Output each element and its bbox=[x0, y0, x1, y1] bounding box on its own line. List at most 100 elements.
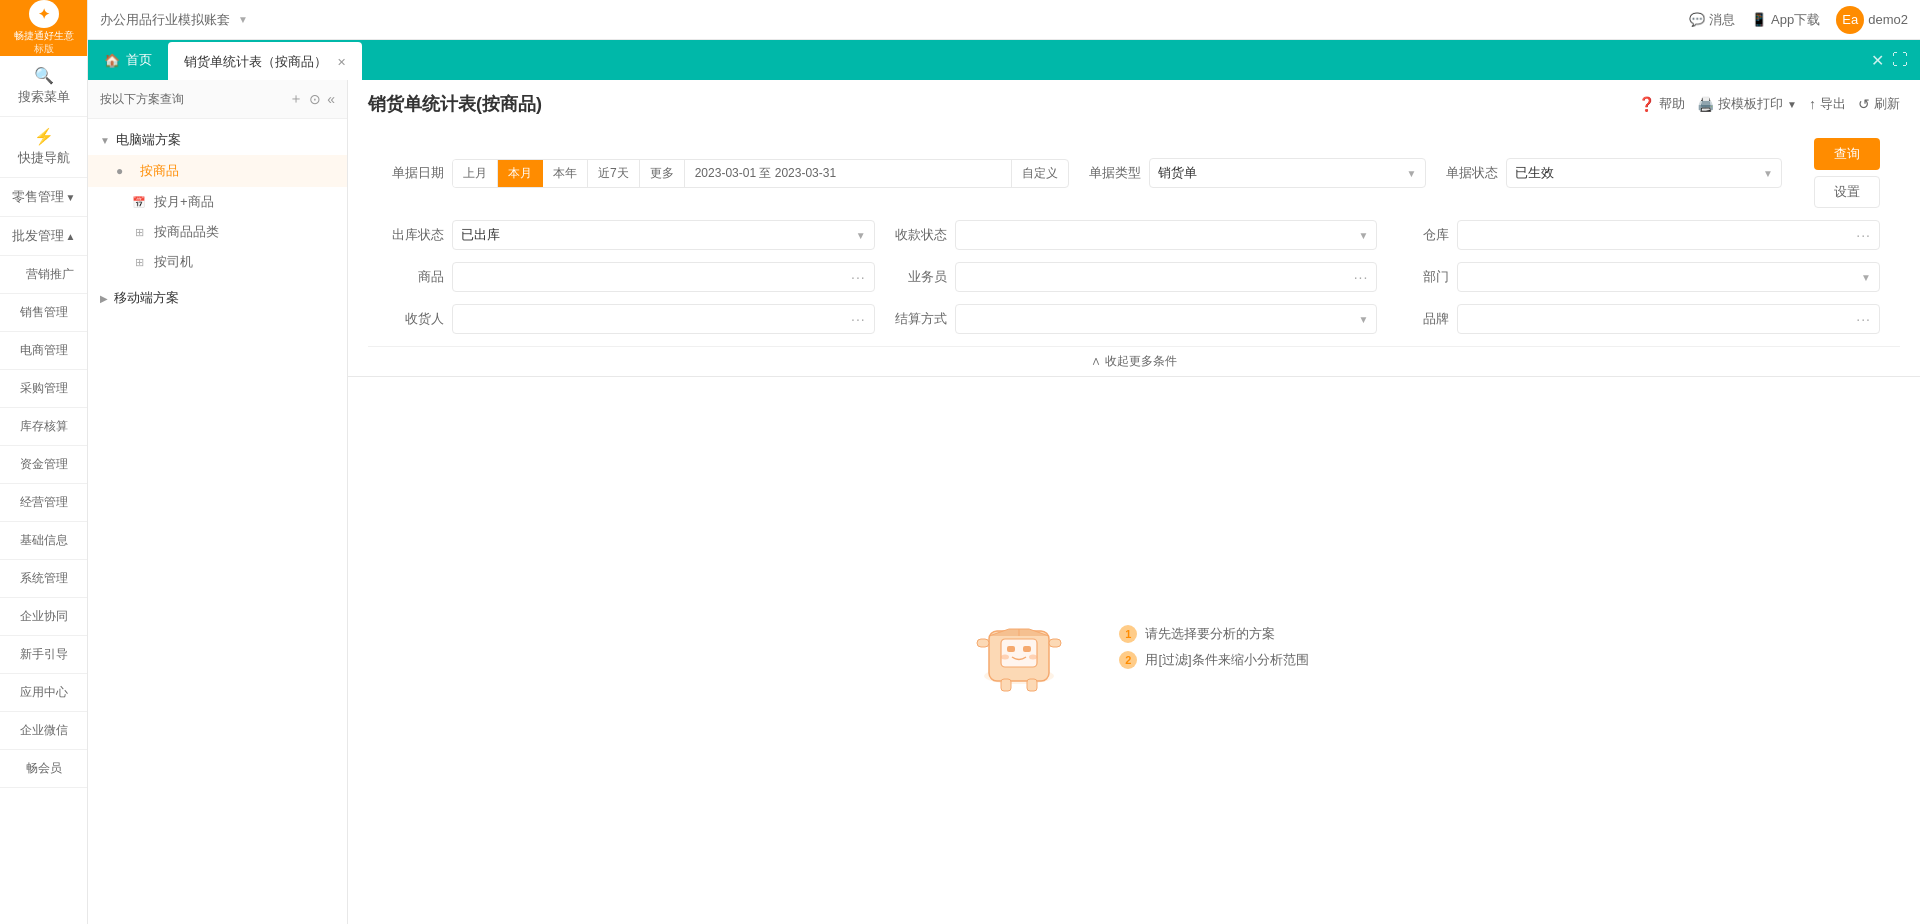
out-status-label: 出库状态 bbox=[388, 226, 444, 244]
payment-method-select[interactable]: ▼ bbox=[955, 304, 1378, 334]
tab-expand-icon[interactable]: ⛶ bbox=[1892, 51, 1908, 69]
sidebar: ✦ 畅捷通好生意 标版 🔍 搜索菜单 ⚡ 快捷导航 零售管理 ▼ 批发管理 ▲ … bbox=[0, 0, 88, 924]
payment-method-field: 结算方式 ▼ bbox=[891, 304, 1378, 334]
chevron-down-icon: ▼ bbox=[1763, 168, 1773, 179]
avatar: Ea bbox=[1836, 6, 1864, 34]
scheme-sub-item-month-goods[interactable]: 📅 按月+商品 bbox=[88, 187, 347, 217]
help-btn[interactable]: ❓ 帮助 bbox=[1638, 95, 1685, 113]
sidebar-item-appcenter[interactable]: 应用中心 bbox=[0, 674, 87, 712]
sidebar-item-finance[interactable]: 资金管理 bbox=[0, 446, 87, 484]
doc-type-field: 单据类型 销货单 ▼ bbox=[1085, 158, 1426, 188]
sidebar-item-ecommerce[interactable]: 电商管理 bbox=[0, 332, 87, 370]
sidebar-item-wholesale[interactable]: 批发管理 ▲ bbox=[0, 217, 87, 256]
date-range-text: 2023-03-01 至 2023-03-31 bbox=[685, 160, 1011, 187]
mobile-scheme-section[interactable]: ▶ 移动端方案 bbox=[88, 283, 347, 313]
tab-sales-stats[interactable]: 销货单统计表（按商品） ✕ bbox=[168, 42, 362, 82]
sidebar-item-system[interactable]: 系统管理 bbox=[0, 560, 87, 598]
export-btn[interactable]: ↑ 导出 bbox=[1809, 95, 1846, 113]
sidebar-item-retail[interactable]: 零售管理 ▼ bbox=[0, 178, 87, 217]
tab-close-window-icon[interactable]: ✕ bbox=[1871, 51, 1884, 70]
content-area: 按以下方案查询 ＋ ⊙ « ▼ 电脑端方案 ● 按商品 📅 按月 bbox=[88, 80, 1920, 924]
topbar-right: 💬 消息 📱 App下载 Ea demo2 bbox=[1689, 6, 1908, 34]
dots-icon: ··· bbox=[1856, 311, 1871, 327]
filter-row-1: 单据日期 上月 本月 本年 近7天 更多 2023-03-01 至 2023-0… bbox=[388, 138, 1880, 208]
dept-label: 部门 bbox=[1393, 268, 1449, 286]
warehouse-label: 仓库 bbox=[1393, 226, 1449, 244]
date-btn-this-month[interactable]: 本月 bbox=[498, 160, 543, 187]
collapse-panel-btn[interactable]: « bbox=[327, 91, 335, 107]
date-btn-7days[interactable]: 近7天 bbox=[588, 160, 640, 187]
tab-close-icon[interactable]: ✕ bbox=[337, 56, 346, 69]
goods-select[interactable]: ··· bbox=[452, 262, 875, 292]
salesperson-select[interactable]: ··· bbox=[955, 262, 1378, 292]
download-icon: 📱 bbox=[1751, 12, 1767, 27]
workspace-name: 办公用品行业模拟账套 bbox=[100, 11, 230, 29]
scheme-item-by-goods[interactable]: ● 按商品 bbox=[88, 155, 347, 187]
doc-type-select[interactable]: 销货单 ▼ bbox=[1149, 158, 1426, 188]
settings-btn[interactable]: 设置 bbox=[1814, 176, 1880, 208]
doc-status-field: 单据状态 已生效 ▼ bbox=[1442, 158, 1783, 188]
chevron-down-icon: ▼ bbox=[1358, 314, 1368, 325]
message-btn[interactable]: 💬 消息 bbox=[1689, 11, 1735, 29]
doc-type-label: 单据类型 bbox=[1085, 164, 1141, 182]
dept-field: 部门 ▼ bbox=[1393, 262, 1880, 292]
tip-num-2: 2 bbox=[1119, 651, 1137, 669]
sidebar-item-sales[interactable]: 销售管理 bbox=[0, 294, 87, 332]
scheme-panel-actions: ＋ ⊙ « bbox=[289, 90, 335, 108]
sidebar-item-newbie[interactable]: 新手引导 bbox=[0, 636, 87, 674]
brand-select[interactable]: ··· bbox=[1457, 304, 1880, 334]
app-name: 畅捷通好生意 bbox=[14, 30, 74, 42]
grid-icon: ⊞ bbox=[132, 226, 146, 239]
sidebar-item-wechat[interactable]: 企业微信 bbox=[0, 712, 87, 750]
svg-rect-3 bbox=[1001, 639, 1037, 667]
date-filter-field: 单据日期 上月 本月 本年 近7天 更多 2023-03-01 至 2023-0… bbox=[388, 159, 1069, 188]
date-btn-more[interactable]: 更多 bbox=[640, 160, 685, 187]
chevron-down-icon: ▼ bbox=[1861, 272, 1871, 283]
date-btn-this-year[interactable]: 本年 bbox=[543, 160, 588, 187]
scheme-item-icon: ● bbox=[116, 164, 132, 178]
sidebar-item-procurement[interactable]: 采购管理 bbox=[0, 370, 87, 408]
doc-status-select[interactable]: 已生效 ▼ bbox=[1506, 158, 1783, 188]
tab-home[interactable]: 🏠 首页 bbox=[88, 40, 168, 80]
scheme-sub-item-cashier[interactable]: ⊞ 按司机 bbox=[88, 247, 347, 277]
sidebar-item-quicknav[interactable]: ⚡ 快捷导航 bbox=[0, 117, 87, 178]
out-status-select[interactable]: 已出库 ▼ bbox=[452, 220, 875, 250]
date-custom-btn[interactable]: 自定义 bbox=[1011, 160, 1068, 187]
page-actions: ❓ 帮助 🖨️ 按模板打印 ▼ ↑ 导出 ↺ bbox=[1638, 95, 1900, 113]
pc-scheme-header[interactable]: ▼ 电脑端方案 bbox=[88, 125, 347, 155]
doc-status-label: 单据状态 bbox=[1442, 164, 1498, 182]
filter-row-3: 商品 ··· 业务员 ··· bbox=[388, 262, 1880, 292]
goods-field: 商品 ··· bbox=[388, 262, 875, 292]
sidebar-item-enterprise[interactable]: 企业协同 bbox=[0, 598, 87, 636]
chevron-down-icon: ▼ bbox=[238, 14, 248, 25]
print-btn[interactable]: 🖨️ 按模板打印 ▼ bbox=[1697, 95, 1797, 113]
app-download-btn[interactable]: 📱 App下载 bbox=[1751, 11, 1820, 29]
svg-point-7 bbox=[1029, 654, 1037, 659]
add-scheme-btn[interactable]: ＋ bbox=[289, 90, 303, 108]
dept-select[interactable]: ▼ bbox=[1457, 262, 1880, 292]
payment-status-select[interactable]: ▼ bbox=[955, 220, 1378, 250]
date-label: 单据日期 bbox=[388, 164, 444, 182]
sidebar-item-search[interactable]: 🔍 搜索菜单 bbox=[0, 56, 87, 117]
sidebar-item-inventory[interactable]: 库存核算 bbox=[0, 408, 87, 446]
settings-scheme-btn[interactable]: ⊙ bbox=[309, 91, 321, 107]
print-dropdown-icon: ▼ bbox=[1787, 99, 1797, 110]
svg-rect-4 bbox=[1007, 646, 1015, 652]
recipient-select[interactable]: ··· bbox=[452, 304, 875, 334]
app-logo: ✦ 畅捷通好生意 标版 bbox=[0, 0, 88, 56]
warehouse-select[interactable]: ··· bbox=[1457, 220, 1880, 250]
chevron-down-icon: ▼ bbox=[1358, 230, 1368, 241]
brand-label: 品牌 bbox=[1393, 310, 1449, 328]
sidebar-item-operations[interactable]: 经营管理 bbox=[0, 484, 87, 522]
refresh-icon: ↺ bbox=[1858, 96, 1870, 112]
user-profile[interactable]: Ea demo2 bbox=[1836, 6, 1908, 34]
sidebar-item-basic[interactable]: 基础信息 bbox=[0, 522, 87, 560]
topbar-left: 办公用品行业模拟账套 ▼ bbox=[100, 11, 248, 29]
collapse-more-btn[interactable]: ∧ 收起更多条件 bbox=[368, 346, 1900, 376]
date-btn-last-month[interactable]: 上月 bbox=[453, 160, 498, 187]
refresh-btn[interactable]: ↺ 刷新 bbox=[1858, 95, 1900, 113]
sidebar-item-member[interactable]: 畅会员 bbox=[0, 750, 87, 788]
sidebar-item-marketing[interactable]: 营销推广 bbox=[0, 256, 87, 294]
scheme-sub-item-goods-category[interactable]: ⊞ 按商品品类 bbox=[88, 217, 347, 247]
query-btn[interactable]: 查询 bbox=[1814, 138, 1880, 170]
